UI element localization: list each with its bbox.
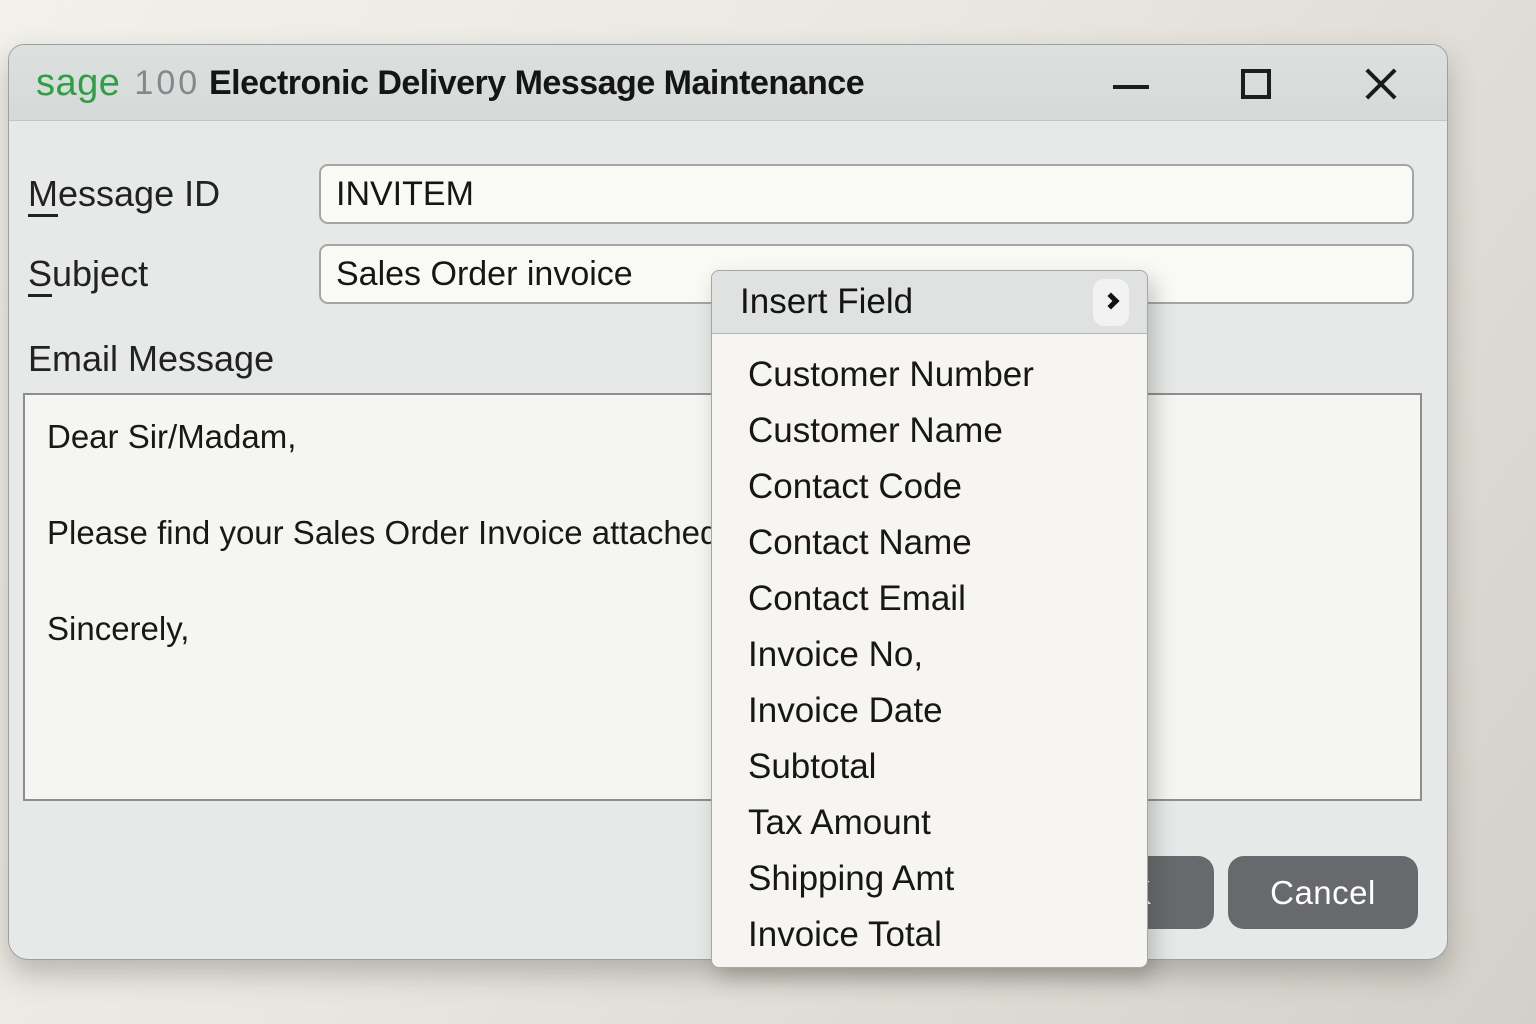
insert-field-menu-header[interactable]: Insert Field <box>712 271 1147 334</box>
close-icon[interactable] <box>1361 64 1401 104</box>
cancel-button[interactable]: Cancel <box>1228 856 1418 929</box>
menu-item-contact-code[interactable]: Contact Code <box>712 459 1147 515</box>
subject-label: Subject <box>28 244 148 304</box>
sage-logo-text: sage <box>36 61 121 104</box>
minimize-icon[interactable] <box>1113 85 1149 89</box>
insert-field-menu-label: Insert Field <box>740 282 914 321</box>
menu-item-shipping-amt[interactable]: Shipping Amt <box>712 851 1147 907</box>
message-id-accesskey: M <box>28 173 58 217</box>
menu-item-subtotal[interactable]: Subtotal <box>712 739 1147 795</box>
subject-accesskey: S <box>28 253 53 297</box>
menu-item-contact-name[interactable]: Contact Name <box>712 515 1147 571</box>
menu-item-invoice-total[interactable]: Invoice Total <box>712 907 1147 963</box>
insert-field-menu-items: Customer Number Customer Name Contact Co… <box>712 334 1147 963</box>
desktop-background: sage 100 Electronic Delivery Message Mai… <box>0 0 1536 1024</box>
menu-item-customer-number[interactable]: Customer Number <box>712 347 1147 403</box>
window-title: Electronic Delivery Message Maintenance <box>209 64 865 102</box>
message-id-label-rest: essage ID <box>58 173 221 214</box>
menu-item-tax-amount[interactable]: Tax Amount <box>712 795 1147 851</box>
sage-edition-text: 100 <box>134 63 201 102</box>
message-id-value: INVITEM <box>336 174 474 213</box>
sage-100-logo: sage 100 <box>36 45 200 121</box>
subject-label-rest: ubject <box>52 253 149 294</box>
title-bar: sage 100 Electronic Delivery Message Mai… <box>9 45 1447 121</box>
maximize-icon[interactable] <box>1241 69 1271 99</box>
email-message-label: Email Message <box>28 338 275 379</box>
menu-item-contact-email[interactable]: Contact Email <box>712 571 1147 627</box>
menu-item-customer-name[interactable]: Customer Name <box>712 403 1147 459</box>
subject-value: Sales Order invoice <box>336 254 633 293</box>
menu-item-invoice-no[interactable]: Invoice No, <box>712 627 1147 683</box>
message-id-input[interactable]: INVITEM <box>319 164 1414 224</box>
message-id-label: Message ID <box>28 164 220 224</box>
menu-item-invoice-date[interactable]: Invoice Date <box>712 683 1147 739</box>
insert-field-context-menu: Insert Field Customer Number Customer Na… <box>711 270 1148 968</box>
